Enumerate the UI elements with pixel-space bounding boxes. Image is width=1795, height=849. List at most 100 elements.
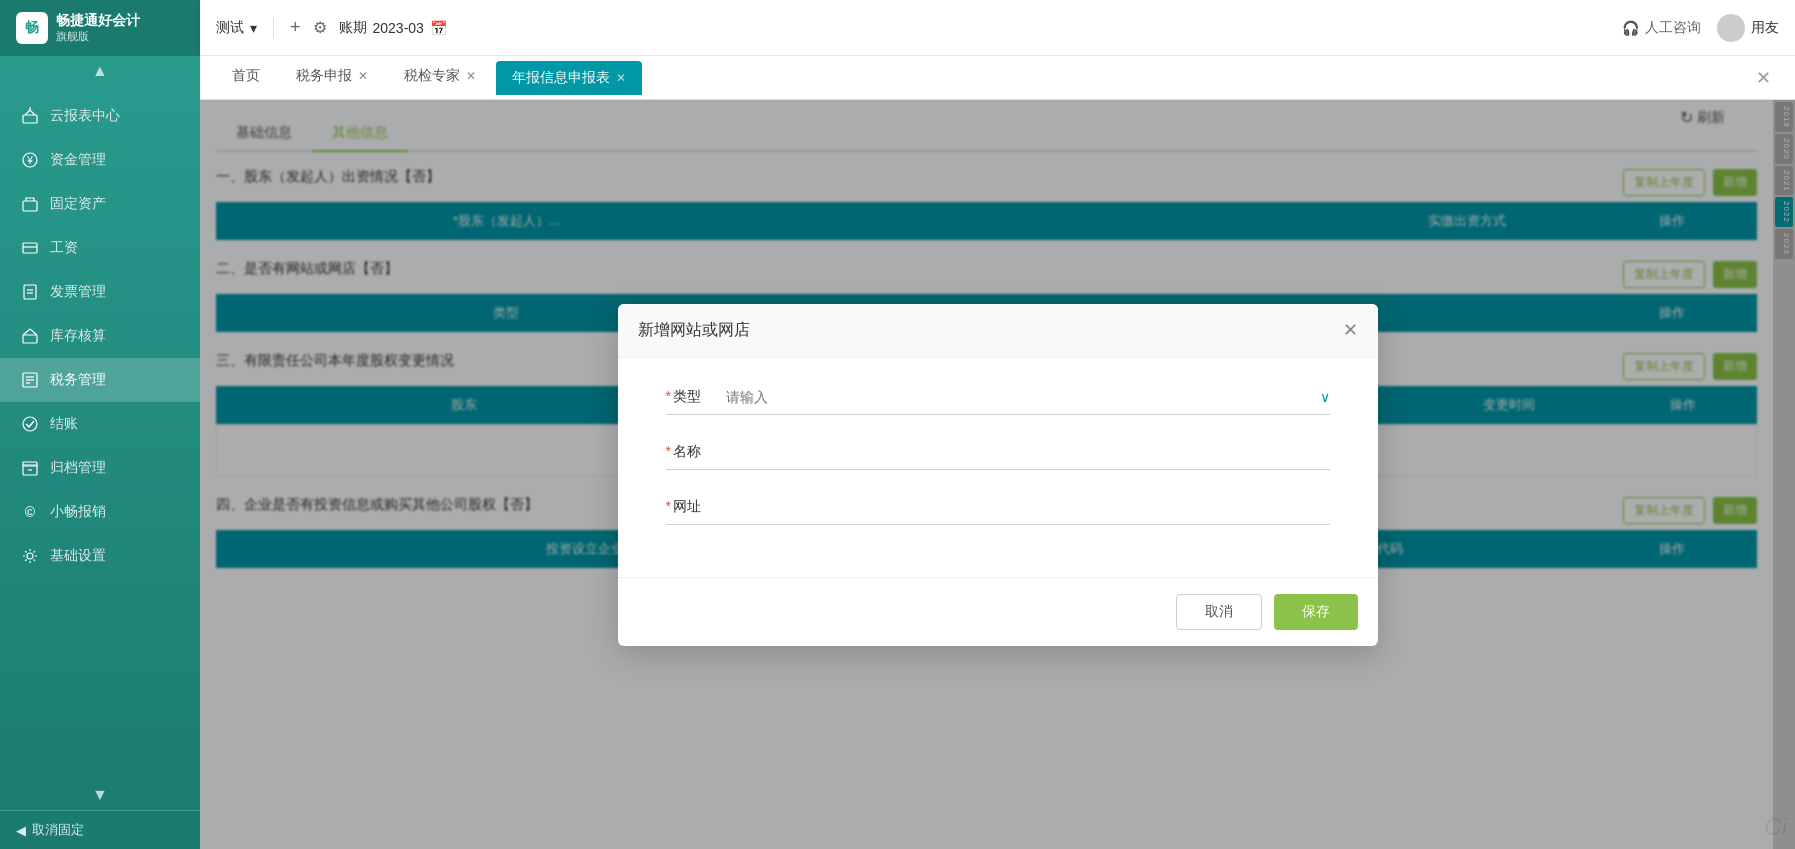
modal-field-type-label: *类型 — [666, 388, 726, 406]
invoice-icon — [20, 282, 40, 302]
modal-add-website: 新增网站或网店 ✕ *类型 ∨ — [618, 304, 1378, 646]
tab-home[interactable]: 首页 — [216, 59, 276, 96]
modal-name-input[interactable] — [726, 444, 1330, 460]
sidebar-item-fund[interactable]: ¥ 资金管理 — [0, 138, 200, 182]
tab-home-label: 首页 — [232, 67, 260, 85]
sidebar-item-cloud-report[interactable]: 云报表中心 — [0, 94, 200, 138]
sidebar: 畅 畅捷通好会计 旗舰版 ▲ 云报表中心 ¥ 资金管理 固定资产 — [0, 0, 200, 849]
tab-tax-filing-close[interactable]: ✕ — [358, 69, 368, 83]
topbar-right: 🎧 人工咨询 用友 — [1622, 14, 1779, 42]
svg-point-19 — [27, 553, 33, 559]
modal-close-button[interactable]: ✕ — [1343, 321, 1358, 339]
modal-overlay: 新增网站或网店 ✕ *类型 ∨ — [200, 100, 1795, 849]
settings-button[interactable]: ⚙ — [313, 18, 327, 37]
sidebar-item-salary[interactable]: 工资 — [0, 226, 200, 270]
sidebar-nav: 云报表中心 ¥ 资金管理 固定资产 工资 发票管理 — [0, 86, 200, 780]
logo-icon: 畅 — [16, 12, 48, 44]
consult-icon: 🎧 — [1622, 20, 1639, 36]
sidebar-item-label-tax: 税务管理 — [50, 371, 106, 389]
salary-icon — [20, 238, 40, 258]
company-dropdown-icon: ▾ — [250, 20, 257, 36]
sidebar-item-tax[interactable]: 税务管理 — [0, 358, 200, 402]
topbar: 测试 ▾ + ⚙ 账期 2023-03 📅 🎧 人工咨询 用友 — [200, 0, 1795, 56]
sidebar-item-archive[interactable]: 归档管理 — [0, 446, 200, 490]
archive-icon — [20, 458, 40, 478]
main-area: 测试 ▾ + ⚙ 账期 2023-03 📅 🎧 人工咨询 用友 首页 — [200, 0, 1795, 849]
sidebar-item-inventory[interactable]: 库存核算 — [0, 314, 200, 358]
tabbar: 首页 税务申报 ✕ 税检专家 ✕ 年报信息申报表 ✕ ✕ — [200, 56, 1795, 100]
topbar-divider-1 — [273, 18, 274, 38]
svg-text:¥: ¥ — [26, 155, 33, 166]
sidebar-scroll-down[interactable]: ▼ — [0, 780, 200, 810]
add-company-button[interactable]: + — [290, 17, 301, 38]
sidebar-item-invoice[interactable]: 发票管理 — [0, 270, 200, 314]
modal-type-dropdown-icon[interactable]: ∨ — [1320, 389, 1330, 405]
consult-button[interactable]: 🎧 人工咨询 — [1622, 19, 1701, 37]
modal-field-name: *名称 — [666, 443, 1330, 470]
xiaochang-icon: © — [20, 502, 40, 522]
sidebar-item-label-archive: 归档管理 — [50, 459, 106, 477]
svg-rect-0 — [23, 115, 37, 123]
period-label: 账期 — [339, 19, 367, 37]
sidebar-item-fixed-assets[interactable]: 固定资产 — [0, 182, 200, 226]
tax-icon — [20, 370, 40, 390]
logo-text: 畅捷通好会计 旗舰版 — [56, 12, 140, 44]
modal-header: 新增网站或网店 ✕ — [618, 304, 1378, 358]
modal-field-name-label: *名称 — [666, 443, 726, 461]
modal-footer: 取消 保存 — [618, 577, 1378, 646]
tab-tax-inspection-close[interactable]: ✕ — [466, 69, 476, 83]
period-value: 2023-03 — [373, 20, 424, 36]
modal-body: *类型 ∨ *名称 *网址 — [618, 358, 1378, 577]
modal-field-url-label: *网址 — [666, 498, 726, 516]
tab-annual-report-label: 年报信息申报表 — [512, 69, 610, 87]
svg-point-15 — [23, 417, 37, 431]
sidebar-item-label-inventory: 库存核算 — [50, 327, 106, 345]
tab-tax-filing-label: 税务申报 — [296, 67, 352, 85]
consult-label: 人工咨询 — [1645, 19, 1701, 37]
sidebar-logo: 畅 畅捷通好会计 旗舰版 — [0, 0, 200, 56]
close-all-button[interactable]: ✕ — [1756, 67, 1771, 89]
sidebar-footer[interactable]: ◀ 取消固定 — [0, 810, 200, 849]
tab-tax-inspection-label: 税检专家 — [404, 67, 460, 85]
sidebar-footer-icon: ◀ — [16, 823, 26, 838]
user-label: 用友 — [1751, 19, 1779, 37]
cloud-report-icon — [20, 106, 40, 126]
svg-rect-5 — [23, 243, 37, 253]
svg-rect-10 — [23, 335, 37, 343]
user-avatar — [1717, 14, 1745, 42]
sidebar-item-label-fixed-assets: 固定资产 — [50, 195, 106, 213]
sidebar-item-label-salary: 工资 — [50, 239, 78, 257]
modal-cancel-button[interactable]: 取消 — [1176, 594, 1262, 630]
company-selector[interactable]: 测试 ▾ — [216, 19, 257, 37]
sidebar-item-label-fund: 资金管理 — [50, 151, 106, 169]
modal-field-url: *网址 — [666, 498, 1330, 525]
tab-annual-report-close[interactable]: ✕ — [616, 71, 626, 85]
svg-rect-4 — [23, 201, 37, 211]
sidebar-item-xiao-chang[interactable]: © 小畅报销 — [0, 490, 200, 534]
inventory-icon — [20, 326, 40, 346]
modal-title: 新增网站或网店 — [638, 320, 750, 341]
modal-url-input[interactable] — [726, 499, 1330, 515]
modal-type-input[interactable] — [726, 389, 1320, 405]
tab-tax-inspection[interactable]: 税检专家 ✕ — [388, 59, 492, 96]
tab-tax-filing[interactable]: 税务申报 ✕ — [280, 59, 384, 96]
sidebar-item-label-base-settings: 基础设置 — [50, 547, 106, 565]
checkout-icon — [20, 414, 40, 434]
sidebar-item-checkout[interactable]: 结账 — [0, 402, 200, 446]
company-name: 测试 — [216, 19, 244, 37]
calendar-icon[interactable]: 📅 — [430, 20, 447, 36]
content-area: ↻ 刷新 基础信息 其他信息 一、股东（发起人）出资情况【否】 复制上年度 新增 — [200, 100, 1795, 849]
period-info: 账期 2023-03 📅 — [339, 19, 447, 37]
sidebar-item-label-xiao-chang: 小畅报销 — [50, 503, 106, 521]
sidebar-scroll-up[interactable]: ▲ — [0, 56, 200, 86]
sidebar-item-label-cloud-report: 云报表中心 — [50, 107, 120, 125]
user-menu[interactable]: 用友 — [1717, 14, 1779, 42]
sidebar-footer-label: 取消固定 — [32, 821, 84, 839]
modal-field-type: *类型 ∨ — [666, 388, 1330, 415]
sidebar-item-base-settings[interactable]: 基础设置 — [0, 534, 200, 578]
modal-save-button[interactable]: 保存 — [1274, 594, 1358, 630]
sidebar-item-label-checkout: 结账 — [50, 415, 78, 433]
svg-rect-7 — [24, 285, 36, 299]
fund-icon: ¥ — [20, 150, 40, 170]
tab-annual-report[interactable]: 年报信息申报表 ✕ — [496, 61, 642, 95]
